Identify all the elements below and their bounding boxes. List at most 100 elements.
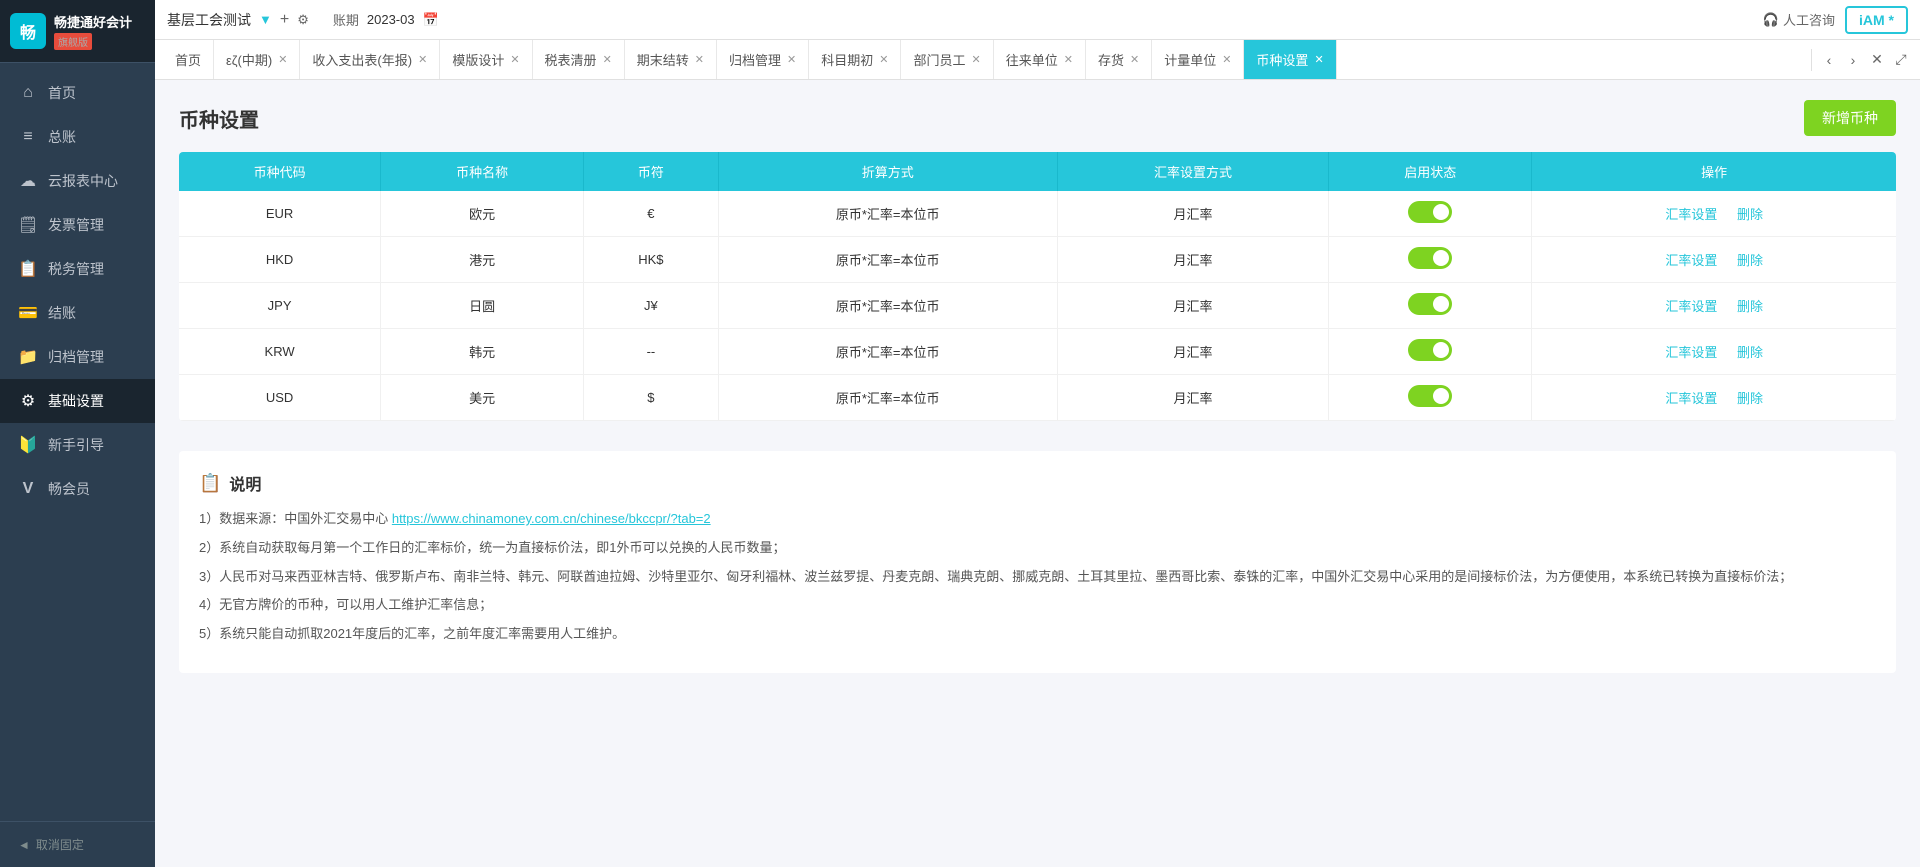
notes-section: 📋 说明 1）数据来源：中国外汇交易中心 https://www.chinamo… <box>179 451 1896 673</box>
rate-setting-link[interactable]: 汇率设置 <box>1665 391 1717 406</box>
tab-period-end-close[interactable]: ✕ <box>695 53 704 66</box>
tab-income-close[interactable]: ✕ <box>418 53 427 66</box>
tab-dept[interactable]: 部门员工 ✕ <box>901 40 993 80</box>
tab-inventory[interactable]: 存货 ✕ <box>1086 40 1152 80</box>
status-toggle[interactable] <box>1408 293 1452 315</box>
tab-template[interactable]: 模版设计 ✕ <box>440 40 532 80</box>
tab-close-all-btn[interactable]: ✕ <box>1866 49 1888 71</box>
tab-currency[interactable]: 币种设置 ✕ <box>1244 40 1336 80</box>
sidebar-item-archive[interactable]: 📁 归档管理 <box>0 335 155 379</box>
tab-expand-btn[interactable]: ⤢ <box>1890 49 1912 71</box>
period-label: 账期 <box>333 10 359 29</box>
account-btn[interactable]: iAM * <box>1845 6 1908 34</box>
headset-icon: 🎧 <box>1763 12 1779 28</box>
new-currency-btn[interactable]: 新增币种 <box>1804 100 1896 136</box>
calendar-icon[interactable]: 📅 <box>423 12 439 28</box>
tab-income[interactable]: 收入支出表(年报) ✕ <box>300 40 440 80</box>
tab-prev-btn[interactable]: ‹ <box>1818 49 1840 71</box>
notes-link[interactable]: https://www.chinamoney.com.cn/chinese/bk… <box>392 511 711 526</box>
tab-clients-close[interactable]: ✕ <box>1064 53 1073 66</box>
period-value: 2023-03 <box>367 12 415 27</box>
col-method: 折算方式 <box>718 152 1057 191</box>
settings-btn[interactable]: ⚙ <box>297 12 309 28</box>
service-btn[interactable]: 🎧 人工咨询 <box>1763 10 1835 29</box>
cell-actions: 汇率设置 删除 <box>1532 375 1896 421</box>
tab-period[interactable]: εζ(中期) ✕ <box>214 40 300 80</box>
tab-template-close[interactable]: ✕ <box>510 53 519 66</box>
sidebar-item-reports[interactable]: ☁ 云报表中心 <box>0 159 155 203</box>
tab-inventory-close[interactable]: ✕ <box>1130 53 1139 66</box>
tab-subjects[interactable]: 科目期初 ✕ <box>809 40 901 80</box>
sidebar-item-reports-label: 云报表中心 <box>48 171 118 191</box>
tab-currency-close[interactable]: ✕ <box>1314 53 1323 66</box>
status-toggle[interactable] <box>1408 385 1452 407</box>
delete-link[interactable]: 删除 <box>1737 207 1763 222</box>
tab-period-close[interactable]: ✕ <box>278 53 287 66</box>
app-logo: 畅 畅捷通好会计 旗舰版 <box>0 0 155 63</box>
delete-link[interactable]: 删除 <box>1737 345 1763 360</box>
status-toggle[interactable] <box>1408 339 1452 361</box>
sidebar-item-archive-label: 归档管理 <box>48 347 104 367</box>
sidebar-item-member[interactable]: V 畅会员 <box>0 467 155 511</box>
col-name: 币种名称 <box>381 152 584 191</box>
app-name: 畅捷通好会计 <box>54 12 132 31</box>
cell-status <box>1329 283 1532 329</box>
settle-icon: 💳 <box>18 303 38 323</box>
table-row: USD 美元 $ 原币*汇率=本位币 月汇率 汇率设置 删除 <box>179 375 1896 421</box>
sidebar-pin-toggle[interactable]: ◄ 取消固定 <box>0 821 155 867</box>
rate-setting-link[interactable]: 汇率设置 <box>1665 207 1717 222</box>
col-rate-type: 汇率设置方式 <box>1057 152 1329 191</box>
status-toggle[interactable] <box>1408 201 1452 223</box>
notes-list: 1）数据来源：中国外汇交易中心 https://www.chinamoney.c… <box>199 509 1876 645</box>
tab-archive-close[interactable]: ✕ <box>787 53 796 66</box>
cell-name: 港元 <box>381 237 584 283</box>
tab-home[interactable]: 首页 <box>163 40 214 80</box>
tab-tax[interactable]: 税表清册 ✕ <box>533 40 625 80</box>
sidebar-item-invoice-label: 发票管理 <box>48 215 104 235</box>
sidebar-item-settings[interactable]: ⚙ 基础设置 <box>0 379 155 423</box>
sidebar-item-tax[interactable]: 📋 税务管理 <box>0 247 155 291</box>
sidebar-item-member-label: 畅会员 <box>48 479 90 499</box>
note-2: 2）系统自动获取每月第一个工作日的汇率标价，统一为直接标价法，即1外币可以兑换的… <box>199 538 1876 559</box>
tab-nav-buttons: ‹ › ✕ ⤢ <box>1811 49 1912 71</box>
sidebar-item-ledger[interactable]: ≡ 总账 <box>0 115 155 159</box>
sidebar-item-guide-label: 新手引导 <box>48 435 104 455</box>
cell-rate-type: 月汇率 <box>1057 237 1329 283</box>
tab-period-end[interactable]: 期末结转 ✕ <box>625 40 717 80</box>
status-toggle[interactable] <box>1408 247 1452 269</box>
tab-unit[interactable]: 计量单位 ✕ <box>1152 40 1244 80</box>
rate-setting-link[interactable]: 汇率设置 <box>1665 253 1717 268</box>
tab-subjects-close[interactable]: ✕ <box>879 53 888 66</box>
cell-code: KRW <box>179 329 381 375</box>
col-status: 启用状态 <box>1329 152 1532 191</box>
cell-actions: 汇率设置 删除 <box>1532 237 1896 283</box>
sidebar-item-settle[interactable]: 💳 结账 <box>0 291 155 335</box>
topbar-left: 基层工会测试 ▼ + ⚙ 账期 2023-03 📅 <box>167 10 439 30</box>
delete-link[interactable]: 删除 <box>1737 391 1763 406</box>
tab-tax-close[interactable]: ✕ <box>603 53 612 66</box>
page-title: 币种设置 <box>179 104 259 133</box>
delete-link[interactable]: 删除 <box>1737 299 1763 314</box>
col-actions: 操作 <box>1532 152 1896 191</box>
guide-icon: 🔰 <box>18 435 38 455</box>
cell-method: 原币*汇率=本位币 <box>718 375 1057 421</box>
tab-clients[interactable]: 往来单位 ✕ <box>994 40 1086 80</box>
rate-setting-link[interactable]: 汇率设置 <box>1665 345 1717 360</box>
sidebar-item-home[interactable]: ⌂ 首页 <box>0 71 155 115</box>
tab-unit-close[interactable]: ✕ <box>1222 53 1231 66</box>
tab-income-label: 收入支出表(年报) <box>312 50 412 69</box>
add-company-btn[interactable]: + <box>280 11 289 29</box>
col-symbol: 币符 <box>584 152 718 191</box>
delete-link[interactable]: 删除 <box>1737 253 1763 268</box>
cell-method: 原币*汇率=本位币 <box>718 191 1057 237</box>
service-label: 人工咨询 <box>1783 10 1835 29</box>
cell-rate-type: 月汇率 <box>1057 375 1329 421</box>
dropdown-icon[interactable]: ▼ <box>259 12 272 27</box>
sidebar-item-guide[interactable]: 🔰 新手引导 <box>0 423 155 467</box>
tab-archive[interactable]: 归档管理 ✕ <box>717 40 809 80</box>
tab-dept-close[interactable]: ✕ <box>972 53 981 66</box>
rate-setting-link[interactable]: 汇率设置 <box>1665 299 1717 314</box>
sidebar-item-invoice[interactable]: 🗒 发票管理 <box>0 203 155 247</box>
cell-symbol: -- <box>584 329 718 375</box>
tab-next-btn[interactable]: › <box>1842 49 1864 71</box>
